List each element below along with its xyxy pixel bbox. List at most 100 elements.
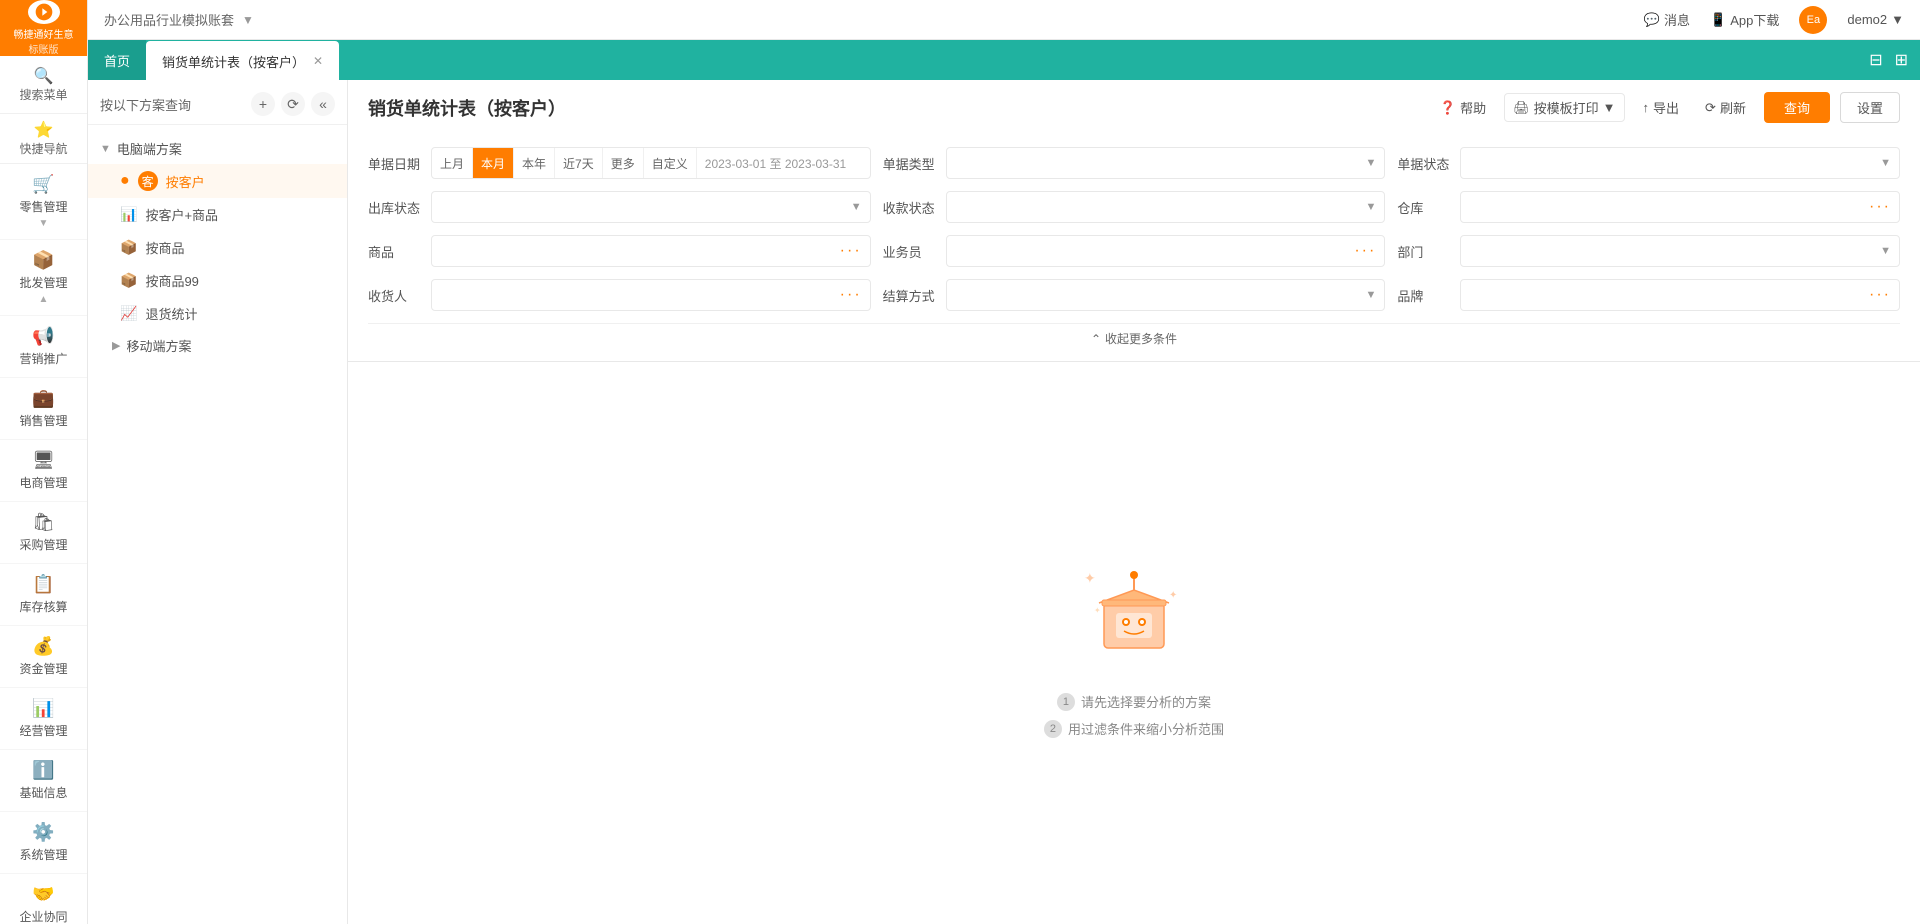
tab-sales-stats[interactable]: 销货单统计表（按客户） ✕ (146, 41, 339, 81)
goods-99-icon: 📦 (120, 272, 137, 289)
tree-group-desktop[interactable]: ▼ 电脑端方案 (88, 133, 347, 164)
brand-select[interactable]: ··· (1460, 279, 1900, 311)
home-label: 首页 (104, 51, 130, 70)
date-tab-more[interactable]: 更多 (603, 148, 644, 178)
receiver-label: 收货人 (368, 286, 423, 305)
sidebar-item-inventory[interactable]: 📋 库存核算 (0, 564, 87, 626)
receipt-status-select[interactable]: ▼ (946, 191, 1386, 223)
customer-icon: ● (120, 172, 130, 190)
doc-status-chevron-icon: ▼ (1880, 157, 1891, 169)
date-tab-last-7[interactable]: 近7天 (555, 148, 603, 178)
finance-icon: 💰 (32, 636, 54, 657)
salesperson-select[interactable]: ··· (946, 235, 1386, 267)
refresh-icon: ⟳ (1705, 100, 1716, 116)
sidebar-item-marketing[interactable]: 📢 营销推广 (0, 316, 87, 378)
date-tab-this-month[interactable]: 本月 (473, 148, 514, 178)
sidebar-item-operations[interactable]: 📊 经营管理 (0, 688, 87, 750)
left-panel-header: 按以下方案查询 + ⟳ « (88, 80, 347, 125)
sidebar-item-purchase[interactable]: 🛍 采购管理 (0, 502, 87, 564)
tab-sales-stats-label: 销货单统计表（按客户） (162, 52, 305, 71)
system-icon: ⚙️ (32, 822, 54, 843)
date-tab-last-month[interactable]: 上月 (432, 148, 473, 178)
department-chevron-icon: ▼ (1880, 245, 1891, 257)
sidebar-item-ecommerce[interactable]: 🖥 电商管理 (0, 440, 87, 502)
tab-expand-icon[interactable]: ⊞ (1895, 50, 1908, 70)
user-avatar[interactable]: Ea (1799, 6, 1827, 34)
sidebar-item-sales[interactable]: 💼 销售管理 (0, 378, 87, 440)
brand-field: 品牌 ··· (1397, 279, 1900, 311)
date-tab-this-year[interactable]: 本年 (514, 148, 555, 178)
add-scheme-button[interactable]: + (251, 92, 275, 116)
mobile-group-label: 移动端方案 (126, 336, 191, 355)
date-tab-custom[interactable]: 自定义 (644, 148, 697, 178)
out-status-label: 出库状态 (368, 198, 423, 217)
by-goods-99-label: 按商品99 (145, 271, 198, 290)
help-button[interactable]: ❓ 帮助 (1432, 94, 1494, 121)
sidebar-item-search[interactable]: 🔍 搜索菜单 (0, 56, 87, 114)
tab-home[interactable]: 首页 (88, 40, 146, 80)
warehouse-select[interactable]: ··· (1460, 191, 1900, 223)
print-dropdown-icon: ▼ (1603, 100, 1616, 115)
out-status-field: 出库状态 ▼ (368, 191, 871, 223)
sidebar-item-system[interactable]: ⚙️ 系统管理 (0, 812, 87, 874)
mobile-toggle-icon: ▶ (112, 339, 120, 352)
date-range-picker[interactable]: 上月 本月 本年 近7天 更多 自定义 2023-03-01 至 2023-03… (431, 147, 871, 179)
filter-row-1: 单据日期 上月 本月 本年 近7天 更多 自定义 2023-03-01 至 20… (368, 147, 1900, 179)
department-select[interactable]: ▼ (1460, 235, 1900, 267)
sidebar-item-retail[interactable]: 🛒 零售管理 ▼ (0, 164, 87, 240)
sales-icon: 💼 (32, 388, 54, 409)
tree-item-by-customer-goods[interactable]: 📊 按客户+商品 (88, 198, 347, 231)
receiver-select[interactable]: ··· (431, 279, 871, 311)
doc-status-select[interactable]: ▼ (1460, 147, 1900, 179)
sidebar-item-wholesale[interactable]: 📦 批发管理 ▲ (0, 240, 87, 316)
wholesale-icon: 📦 (32, 250, 54, 271)
settlement-field: 结算方式 ▼ (883, 279, 1386, 311)
app-subtitle: 标账版 (29, 41, 59, 56)
tab-close-icon[interactable]: ✕ (313, 54, 323, 68)
svg-text:✦: ✦ (1094, 606, 1101, 615)
tree-item-return-stats[interactable]: 📈 退货统计 (88, 297, 347, 330)
goods-select[interactable]: ··· (431, 235, 871, 267)
ecommerce-icon: 🖥 (32, 450, 55, 471)
sidebar-item-finance[interactable]: 💰 资金管理 (0, 626, 87, 688)
collapse-panel-button[interactable]: « (311, 92, 335, 116)
sidebar-item-enterprise[interactable]: 🤝 企业协同 (0, 874, 87, 924)
inventory-icon: 📋 (32, 574, 54, 595)
settings-button[interactable]: 设置 (1840, 92, 1900, 123)
doc-status-label: 单据状态 (1397, 154, 1452, 173)
app-logo[interactable]: 畅捷通好生意 标账版 (0, 0, 88, 56)
out-status-chevron-icon: ▼ (851, 201, 862, 213)
sidebar-item-quick-nav[interactable]: ⭐ 快捷导航 (0, 114, 87, 164)
date-field: 单据日期 上月 本月 本年 近7天 更多 自定义 2023-03-01 至 20… (368, 147, 871, 179)
app-download-button[interactable]: 📱 App下载 (1710, 10, 1779, 29)
message-icon: 💬 (1644, 12, 1660, 28)
doc-type-select[interactable]: ▼ (946, 147, 1386, 179)
tree-item-by-customer[interactable]: ● 客 按客户 (88, 164, 347, 198)
tab-minimize-icon[interactable]: ⊟ (1869, 50, 1882, 70)
tree-group-mobile[interactable]: ▶ 移动端方案 (88, 330, 347, 361)
marketing-icon: 📢 (32, 326, 54, 347)
settlement-select[interactable]: ▼ (946, 279, 1386, 311)
empty-state: ✦ ✦ ✦ 1 请先选择要分析的方案 2 用过滤条件来缩小分析范围 (348, 362, 1920, 924)
sidebar-item-basic[interactable]: ℹ️ 基础信息 (0, 750, 87, 812)
tree-item-by-goods[interactable]: 📦 按商品 (88, 231, 347, 264)
username-label[interactable]: demo2 ▼ (1847, 12, 1904, 27)
sidebar: 畅捷通好生意 标账版 🔍 搜索菜单 ⭐ 快捷导航 🛒 零售管理 ▼ 📦 批发管理… (0, 0, 88, 924)
top-header: 办公用品行业模拟账套 ▼ 💬 消息 📱 App下载 Ea demo2 ▼ (88, 0, 1920, 40)
breadcrumb-dropdown[interactable]: ▼ (242, 13, 254, 27)
operations-icon: 📊 (32, 698, 54, 719)
tree-item-by-goods-99[interactable]: 📦 按商品99 (88, 264, 347, 297)
refresh-button[interactable]: ⟳ 刷新 (1697, 94, 1754, 121)
export-button[interactable]: ↑ 导出 (1635, 94, 1688, 121)
refresh-scheme-button[interactable]: ⟳ (281, 92, 305, 116)
doc-type-label: 单据类型 (883, 154, 938, 173)
collapse-bar[interactable]: ⌃ 收起更多条件 (368, 323, 1900, 353)
out-status-select[interactable]: ▼ (431, 191, 871, 223)
message-button[interactable]: 💬 消息 (1644, 10, 1690, 29)
query-button[interactable]: 查询 (1764, 92, 1830, 123)
print-button[interactable]: 🖨 按模板打印 ▼ (1504, 93, 1624, 122)
return-icon: 📈 (120, 305, 137, 322)
doc-status-field: 单据状态 ▼ (1397, 147, 1900, 179)
collapse-label: 收起更多条件 (1105, 330, 1177, 347)
date-label: 单据日期 (368, 154, 423, 173)
